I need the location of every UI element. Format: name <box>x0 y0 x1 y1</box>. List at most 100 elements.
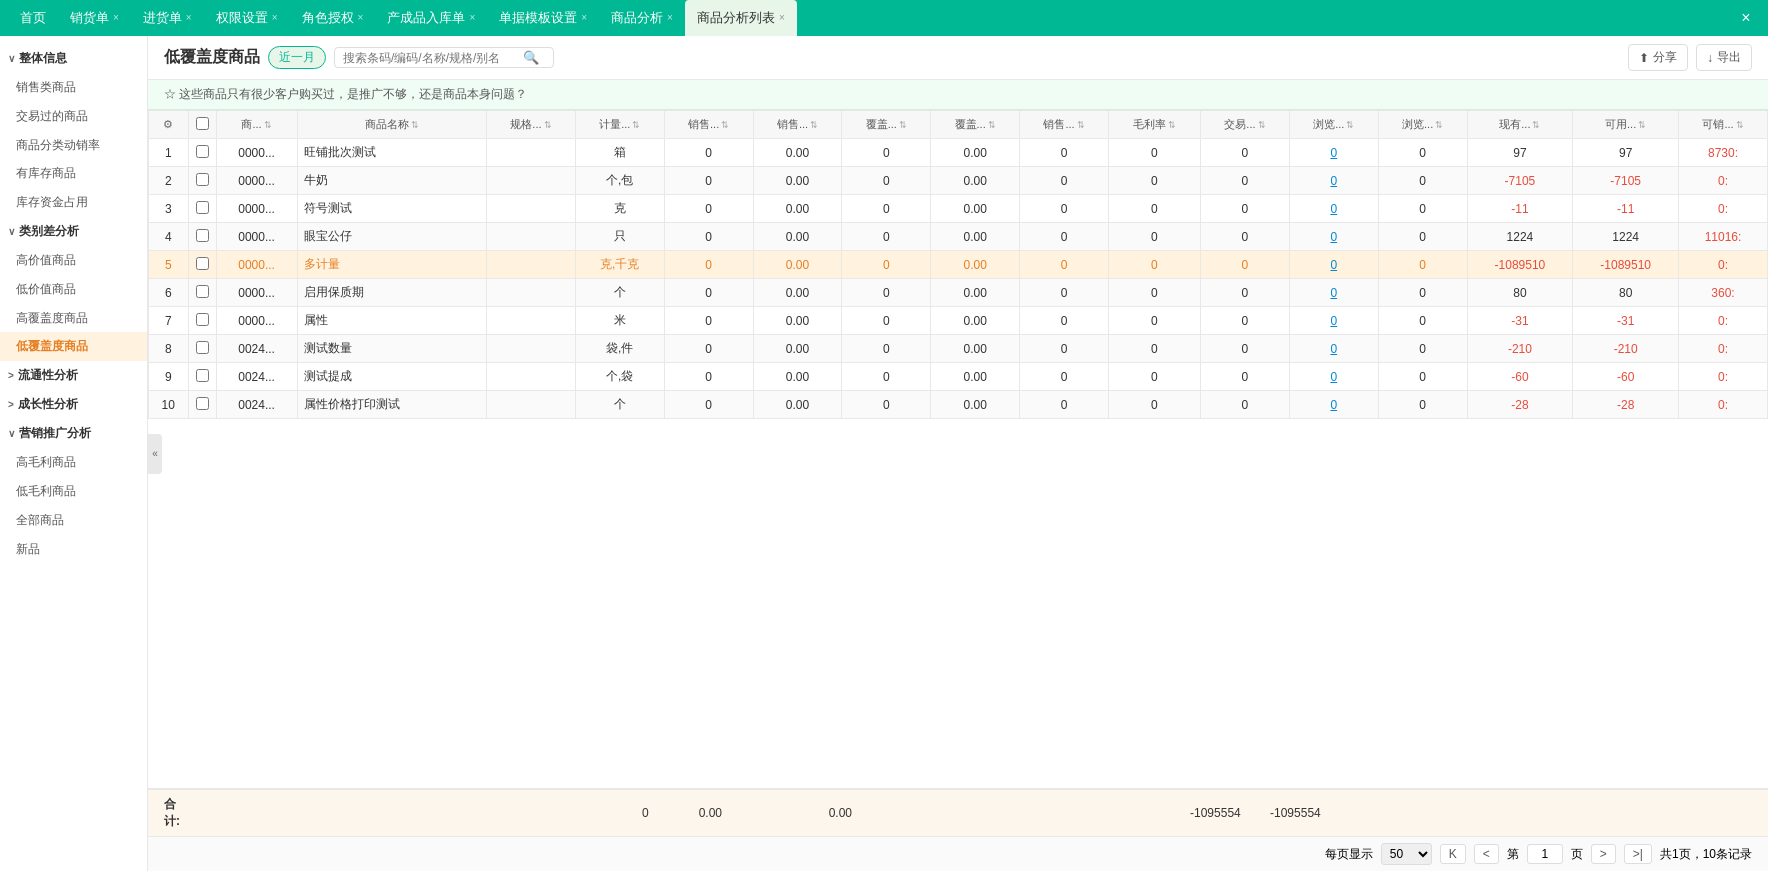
column-sales-qty[interactable]: 销售...⇅ <box>664 111 753 139</box>
export-button[interactable]: ↓ 导出 <box>1696 44 1752 71</box>
first-page-button[interactable]: K <box>1440 844 1466 864</box>
column-browse1[interactable]: 浏览...⇅ <box>1289 111 1378 139</box>
nav-close-analysis[interactable]: × <box>667 0 673 36</box>
sidebar-item-sales-products[interactable]: 销售类商品 <box>0 73 147 102</box>
sidebar-item-low-value[interactable]: 低价值商品 <box>0 275 147 304</box>
sidebar-section-growth[interactable]: > 成长性分析 <box>0 390 147 419</box>
nav-template-settings[interactable]: 单据模板设置 × <box>487 0 599 36</box>
nav-sales-order[interactable]: 销货单 × <box>58 0 131 36</box>
nav-close-analysis-list[interactable]: × <box>779 0 785 36</box>
sidebar-item-high-value[interactable]: 高价值商品 <box>0 246 147 275</box>
nav-close-permission[interactable]: × <box>272 0 278 36</box>
cell-sales-qty: 0 <box>664 363 753 391</box>
cell-browse1[interactable]: 0 <box>1289 139 1378 167</box>
sidebar-item-low-coverage[interactable]: 低覆盖度商品 <box>0 332 147 361</box>
sidebar-item-low-margin[interactable]: 低毛利商品 <box>0 477 147 506</box>
cell-coverage1: 0 <box>842 251 931 279</box>
nav-close-template[interactable]: × <box>581 0 587 36</box>
per-page-select[interactable]: 50 20 100 200 <box>1381 843 1432 865</box>
cell-browse1[interactable]: 0 <box>1289 363 1378 391</box>
sidebar-item-high-margin[interactable]: 高毛利商品 <box>0 448 147 477</box>
cell-checkbox[interactable] <box>188 167 216 195</box>
column-browse2[interactable]: 浏览...⇅ <box>1378 111 1467 139</box>
column-transaction[interactable]: 交易...⇅ <box>1201 111 1290 139</box>
cell-code: 0024... <box>216 335 297 363</box>
cell-browse1[interactable]: 0 <box>1289 335 1378 363</box>
cell-index: 6 <box>149 279 189 307</box>
cell-sales-coverage: 0 <box>1020 167 1109 195</box>
cell-checkbox[interactable] <box>188 391 216 419</box>
nav-home[interactable]: 首页 <box>8 0 58 36</box>
cell-checkbox[interactable] <box>188 307 216 335</box>
cell-available-qty: -210 <box>1573 335 1679 363</box>
column-checkbox-all[interactable] <box>188 111 216 139</box>
main-layout: ∨ 整体信息 销售类商品 交易过的商品 商品分类动销率 有库存商品 库存资金占用… <box>0 36 1768 871</box>
column-name[interactable]: 商品名称⇅ <box>297 111 486 139</box>
cell-spec <box>487 335 576 363</box>
column-unit[interactable]: 计量...⇅ <box>575 111 664 139</box>
column-saleable[interactable]: 可销...⇅ <box>1679 111 1768 139</box>
cell-checkbox[interactable] <box>188 223 216 251</box>
prev-page-button[interactable]: < <box>1474 844 1499 864</box>
nav-close-purchase[interactable]: × <box>186 0 192 36</box>
window-close-button[interactable]: × <box>1732 4 1760 32</box>
cell-checkbox[interactable] <box>188 335 216 363</box>
column-code[interactable]: 商...⇅ <box>216 111 297 139</box>
nav-close-sales[interactable]: × <box>113 0 119 36</box>
nav-role-auth[interactable]: 角色授权 × <box>290 0 376 36</box>
table-row: 8 0024... 测试数量 袋,件 0 0.00 0 0.00 0 0 0 0… <box>149 335 1768 363</box>
date-filter-button[interactable]: 近一月 <box>268 46 326 69</box>
cell-sales-coverage: 0 <box>1020 335 1109 363</box>
cell-name: 牛奶 <box>297 167 486 195</box>
cell-checkbox[interactable] <box>188 139 216 167</box>
sidebar-item-inventory-capital[interactable]: 库存资金占用 <box>0 188 147 217</box>
cell-checkbox[interactable] <box>188 363 216 391</box>
sidebar-item-category-rate[interactable]: 商品分类动销率 <box>0 131 147 160</box>
search-icon[interactable]: 🔍 <box>523 50 539 65</box>
sidebar-section-category[interactable]: ∨ 类别差分析 <box>0 217 147 246</box>
sidebar-item-traded-products[interactable]: 交易过的商品 <box>0 102 147 131</box>
cell-checkbox[interactable] <box>188 279 216 307</box>
nav-product-inbound[interactable]: 产成品入库单 × <box>375 0 487 36</box>
column-spec[interactable]: 规格...⇅ <box>487 111 576 139</box>
cell-spec <box>487 279 576 307</box>
cell-browse1[interactable]: 0 <box>1289 167 1378 195</box>
column-sales-amount[interactable]: 销售...⇅ <box>753 111 842 139</box>
page-number-input[interactable] <box>1527 844 1563 864</box>
nav-close-inbound[interactable]: × <box>469 0 475 36</box>
sidebar-section-overall[interactable]: ∨ 整体信息 <box>0 44 147 73</box>
search-input[interactable] <box>343 51 523 65</box>
column-current-qty[interactable]: 现有...⇅ <box>1467 111 1573 139</box>
next-page-button[interactable]: > <box>1591 844 1616 864</box>
column-coverage1[interactable]: 覆盖...⇅ <box>842 111 931 139</box>
nav-purchase-order[interactable]: 进货单 × <box>131 0 204 36</box>
cell-browse1[interactable]: 0 <box>1289 391 1378 419</box>
share-button[interactable]: ⬆ 分享 <box>1628 44 1688 71</box>
cell-spec <box>487 195 576 223</box>
sidebar-section-marketing[interactable]: ∨ 营销推广分析 <box>0 419 147 448</box>
cell-browse1[interactable]: 0 <box>1289 223 1378 251</box>
column-gross-margin[interactable]: 毛利率⇅ <box>1108 111 1200 139</box>
nav-product-analysis[interactable]: 商品分析 × <box>599 0 685 36</box>
last-page-button[interactable]: >| <box>1624 844 1652 864</box>
cell-browse1[interactable]: 0 <box>1289 251 1378 279</box>
sidebar-item-new-products[interactable]: 新品 <box>0 535 147 564</box>
column-available-qty[interactable]: 可用...⇅ <box>1573 111 1679 139</box>
cell-browse1[interactable]: 0 <box>1289 195 1378 223</box>
nav-product-analysis-list[interactable]: 商品分析列表 × <box>685 0 797 36</box>
column-sales-coverage[interactable]: 销售...⇅ <box>1020 111 1109 139</box>
sidebar-section-liquidity[interactable]: > 流通性分析 <box>0 361 147 390</box>
cell-checkbox[interactable] <box>188 195 216 223</box>
nav-close-role[interactable]: × <box>358 0 364 36</box>
sidebar-item-high-coverage[interactable]: 高覆盖度商品 <box>0 304 147 333</box>
select-all-checkbox[interactable] <box>196 117 209 130</box>
cell-browse1[interactable]: 0 <box>1289 307 1378 335</box>
nav-permission[interactable]: 权限设置 × <box>204 0 290 36</box>
column-coverage2[interactable]: 覆盖...⇅ <box>931 111 1020 139</box>
cell-browse1[interactable]: 0 <box>1289 279 1378 307</box>
sidebar-item-stocked-products[interactable]: 有库存商品 <box>0 159 147 188</box>
cell-checkbox[interactable] <box>188 251 216 279</box>
sidebar-collapse-button[interactable]: « <box>148 434 162 474</box>
column-settings-icon[interactable]: ⚙ <box>149 111 189 139</box>
sidebar-item-all-products[interactable]: 全部商品 <box>0 506 147 535</box>
